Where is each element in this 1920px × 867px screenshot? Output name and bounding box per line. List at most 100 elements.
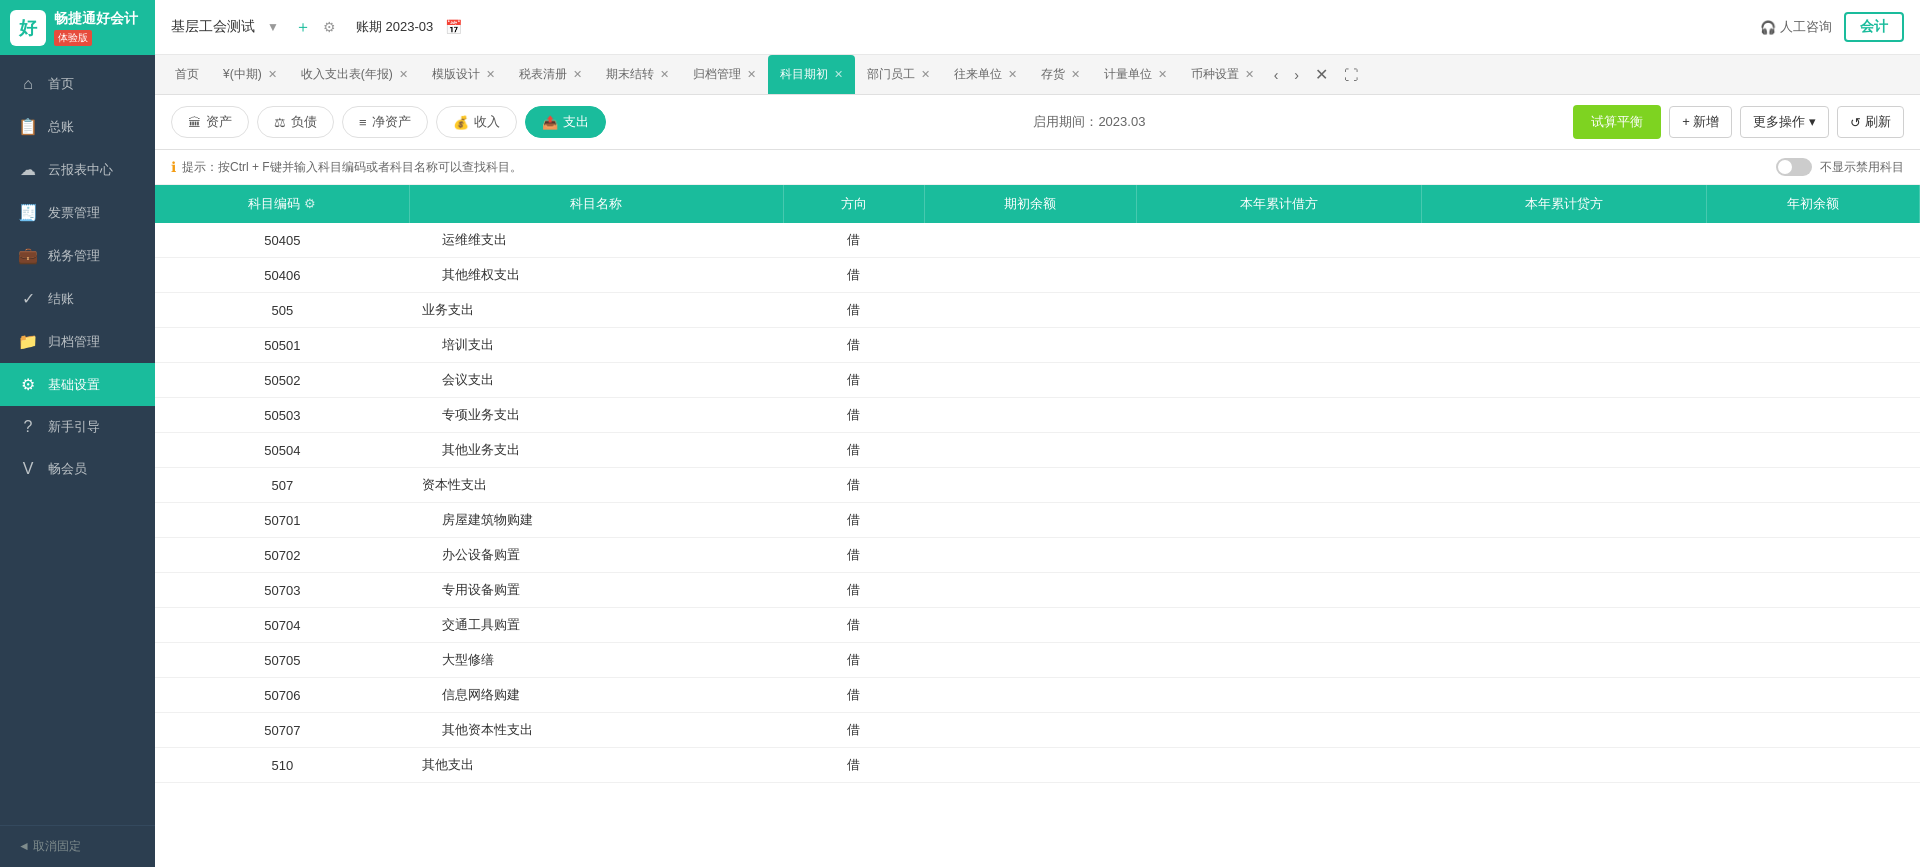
tab-币种设置[interactable]: 币种设置 ✕ (1179, 55, 1266, 94)
tab-close-6[interactable]: ✕ (747, 68, 756, 81)
tab-close-1[interactable]: ✕ (268, 68, 277, 81)
tab-label-5: 期末结转 (606, 66, 654, 83)
cell-credit-13 (1422, 678, 1707, 713)
sidebar-unpin[interactable]: ◄ 取消固定 (0, 825, 155, 867)
sidebar-icon-6: 📁 (18, 332, 38, 351)
tab-计量单位[interactable]: 计量单位✕ (1092, 55, 1179, 94)
help-button[interactable]: 🎧 人工咨询 (1760, 18, 1832, 36)
sidebar-item-首页[interactable]: ⌂首页 (0, 63, 155, 105)
tab-存货[interactable]: 存货✕ (1029, 55, 1092, 94)
tab-close-10[interactable]: ✕ (1071, 68, 1080, 81)
sub-tab-支出[interactable]: 📤支出 (525, 106, 606, 138)
col-settings-icon[interactable]: ⚙ (304, 196, 316, 211)
table-row[interactable]: 50701 房屋建筑物购建 借 (155, 503, 1920, 538)
sidebar-item-归档管理[interactable]: 📁归档管理 (0, 320, 155, 363)
cell-direction-9: 借 (783, 538, 924, 573)
tab-close-4[interactable]: ✕ (573, 68, 582, 81)
disable-toggle[interactable] (1776, 158, 1812, 176)
cell-name-9: 办公设备购置 (410, 538, 783, 573)
table-row[interactable]: 50704 交通工具购置 借 (155, 608, 1920, 643)
tab-往来单位[interactable]: 往来单位✕ (942, 55, 1029, 94)
tab-部门员工[interactable]: 部门员工✕ (855, 55, 942, 94)
table-row[interactable]: 50706 信息网络购建 借 (155, 678, 1920, 713)
tab-首页[interactable]: 首页 (163, 55, 211, 94)
more-icon: ▾ (1809, 114, 1816, 129)
settings-icon[interactable]: ⚙ (323, 19, 336, 35)
tab-close-7[interactable]: ✕ (834, 68, 843, 81)
tab-close-9[interactable]: ✕ (1008, 68, 1017, 81)
sub-tab-净资产[interactable]: ≡净资产 (342, 106, 428, 138)
sub-tab-label-3: 收入 (474, 113, 500, 131)
sidebar-item-新手引导[interactable]: ?新手引导 (0, 406, 155, 448)
sidebar-item-基础设置[interactable]: ⚙基础设置 (0, 363, 155, 406)
table-row[interactable]: 505 业务支出 借 (155, 293, 1920, 328)
tab-label-12: 币种设置 (1191, 66, 1239, 83)
cell-balance-11 (924, 608, 1137, 643)
table-row[interactable]: 50702 办公设备购置 借 (155, 538, 1920, 573)
cell-debit-6 (1137, 433, 1422, 468)
tab-close-5[interactable]: ✕ (660, 68, 669, 81)
table-row[interactable]: 50707 其他资本性支出 借 (155, 713, 1920, 748)
account-button[interactable]: 会计 (1844, 12, 1904, 42)
tab-¥(中期)[interactable]: ¥(中期)✕ (211, 55, 289, 94)
tab-close-2[interactable]: ✕ (399, 68, 408, 81)
cell-name-2: 业务支出 (410, 293, 783, 328)
refresh-button[interactable]: ↺ 刷新 (1837, 106, 1904, 138)
sidebar-item-畅会员[interactable]: V畅会员 (0, 448, 155, 490)
tab-收入支出表(年报)[interactable]: 收入支出表(年报)✕ (289, 55, 420, 94)
calendar-icon[interactable]: 📅 (445, 19, 462, 35)
tab-close-12[interactable]: ✕ (1245, 68, 1254, 81)
cell-year-balance-5 (1707, 398, 1920, 433)
sub-tab-icon-0: 🏛 (188, 115, 201, 130)
sub-tab-负债[interactable]: ⚖负债 (257, 106, 334, 138)
tab-next-icon[interactable]: › (1286, 63, 1307, 87)
table-row[interactable]: 507 资本性支出 借 (155, 468, 1920, 503)
cell-direction-2: 借 (783, 293, 924, 328)
sidebar-item-总账[interactable]: 📋总账 (0, 105, 155, 148)
sidebar-item-结账[interactable]: ✓结账 (0, 277, 155, 320)
company-chevron-icon[interactable]: ▼ (267, 20, 279, 34)
table-row[interactable]: 510 其他支出 借 (155, 748, 1920, 783)
more-button[interactable]: 更多操作 ▾ (1740, 106, 1829, 138)
table-row[interactable]: 50406 其他维权支出 借 (155, 258, 1920, 293)
sidebar-icon-3: 🧾 (18, 203, 38, 222)
add-button[interactable]: + 新增 (1669, 106, 1732, 138)
header-right: 🎧 人工咨询 会计 (1760, 12, 1904, 42)
cell-balance-9 (924, 538, 1137, 573)
table-row[interactable]: 50705 大型修缮 借 (155, 643, 1920, 678)
tab-模版设计[interactable]: 模版设计✕ (420, 55, 507, 94)
cell-code-9: 50702 (155, 538, 410, 573)
cell-debit-10 (1137, 573, 1422, 608)
tab-close-11[interactable]: ✕ (1158, 68, 1167, 81)
add-company-icon[interactable]: ＋ (295, 17, 311, 38)
tab-税表清册[interactable]: 税表清册✕ (507, 55, 594, 94)
tab-close-all-icon[interactable]: ✕ (1307, 61, 1336, 88)
sidebar-item-云报表中心[interactable]: ☁云报表中心 (0, 148, 155, 191)
sidebar: 好 畅捷通好会计 体验版 ⌂首页📋总账☁云报表中心🧾发票管理💼税务管理✓结账📁归… (0, 0, 155, 867)
cell-year-balance-15 (1707, 748, 1920, 783)
logo-text-area: 畅捷通好会计 体验版 (54, 9, 138, 45)
balance-button[interactable]: 试算平衡 (1573, 105, 1661, 139)
sidebar-label-0: 首页 (48, 75, 74, 93)
sub-tab-资产[interactable]: 🏛资产 (171, 106, 249, 138)
tab-close-3[interactable]: ✕ (486, 68, 495, 81)
table-row[interactable]: 50502 会议支出 借 (155, 363, 1920, 398)
table-row[interactable]: 50405 运维维支出 借 (155, 223, 1920, 258)
sub-tab-icon-4: 📤 (542, 115, 558, 130)
table-row[interactable]: 50503 专项业务支出 借 (155, 398, 1920, 433)
tab-期末结转[interactable]: 期末结转 ✕ (594, 55, 681, 94)
tab-expand-icon[interactable]: ⛶ (1336, 63, 1366, 87)
table-row[interactable]: 50501 培训支出 借 (155, 328, 1920, 363)
cell-credit-0 (1422, 223, 1707, 258)
tab-close-8[interactable]: ✕ (921, 68, 930, 81)
tab-prev-icon[interactable]: ‹ (1266, 63, 1287, 87)
cell-balance-15 (924, 748, 1137, 783)
table-row[interactable]: 50504 其他业务支出 借 (155, 433, 1920, 468)
tab-归档管理[interactable]: 归档管理✕ (681, 55, 768, 94)
sidebar-item-税务管理[interactable]: 💼税务管理 (0, 234, 155, 277)
sub-tab-收入[interactable]: 💰收入 (436, 106, 517, 138)
sidebar-label-5: 结账 (48, 290, 74, 308)
sidebar-item-发票管理[interactable]: 🧾发票管理 (0, 191, 155, 234)
tab-科目期初[interactable]: 科目期初✕ (768, 55, 855, 94)
table-row[interactable]: 50703 专用设备购置 借 (155, 573, 1920, 608)
